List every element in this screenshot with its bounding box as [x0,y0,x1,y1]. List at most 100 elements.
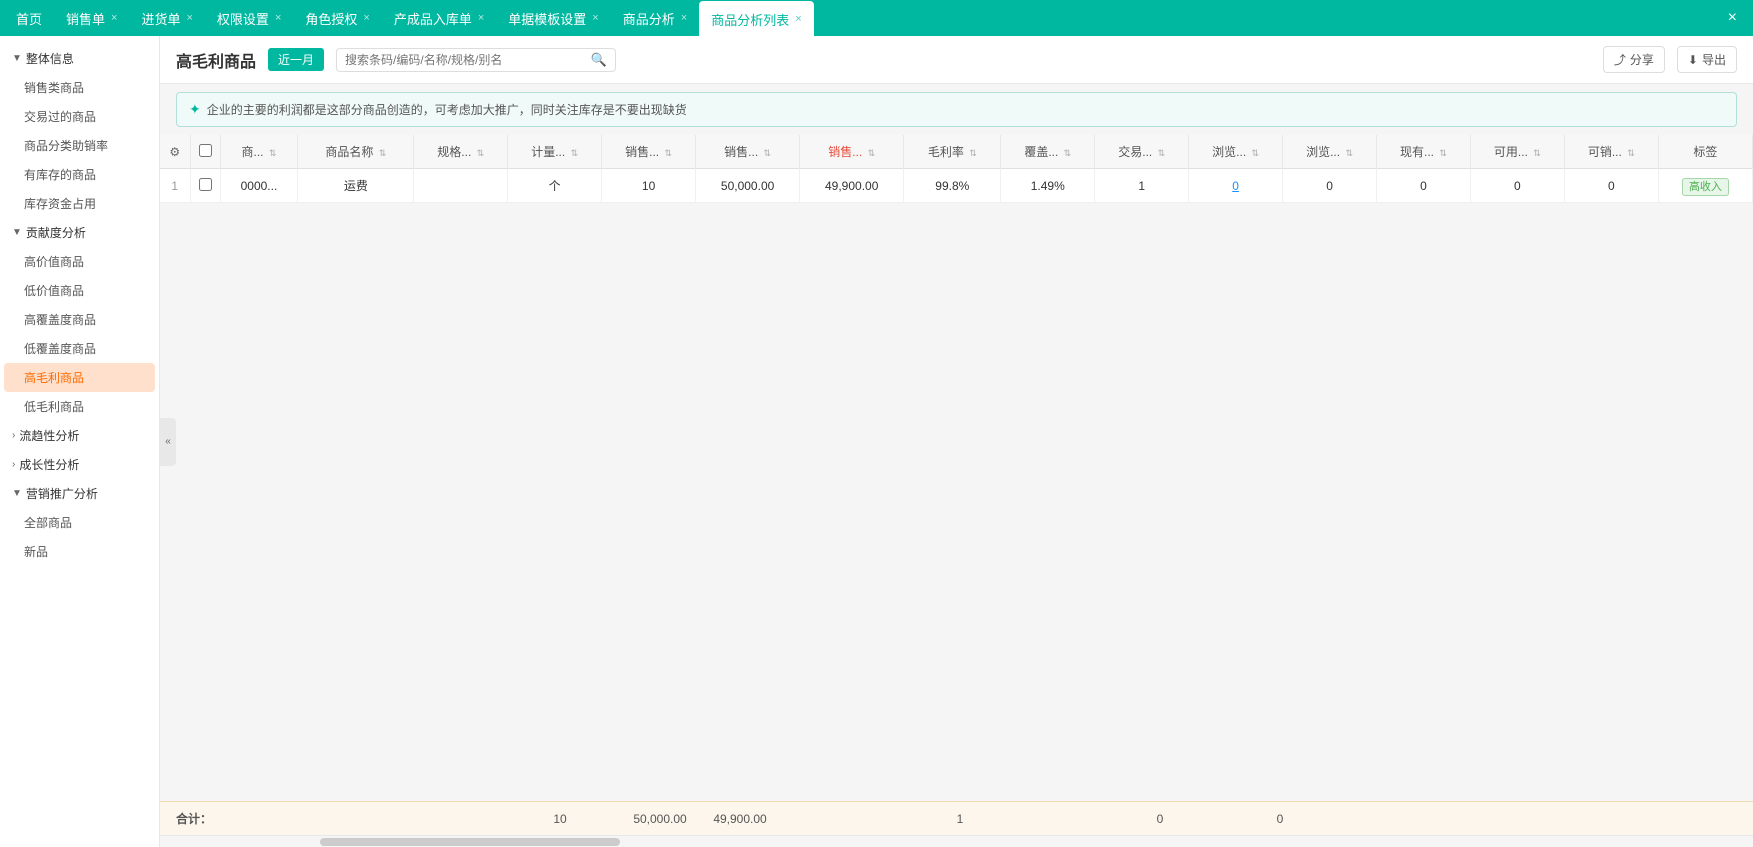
close-template-settings[interactable]: × [592,12,598,24]
sidebar-item-high-value[interactable]: 高价值商品 [0,247,159,276]
row-sellable-stock: 0 [1564,169,1658,203]
sort-sales-qty-icon: ⇅ [665,148,673,158]
sort-name-icon: ⇅ [379,148,387,158]
sidebar-item-in-stock-products[interactable]: 有库存的商品 [0,160,159,189]
nav-template-settings[interactable]: 单据模板设置 × [496,0,610,36]
nav-permission-settings[interactable]: 权限设置 × [205,0,293,36]
data-table-wrapper[interactable]: ⚙ 商... ⇅ 商品名称 ⇅ [160,135,1753,801]
row-checkbox-cell[interactable] [190,169,220,203]
footer-current-stock: 0 [1120,812,1200,826]
sidebar-item-low-value[interactable]: 低价值商品 [0,276,159,305]
close-permission-settings[interactable]: × [275,12,281,24]
sidebar-group-growth[interactable]: › 成长性分析 [0,450,159,479]
col-sales-amount[interactable]: 销售... ⇅ [696,135,800,169]
sidebar-group-contribution[interactable]: ▼ 贡献度分析 [0,218,159,247]
nav-product-analysis-list[interactable]: 商品分析列表 × [699,1,813,37]
sidebar-item-high-margin[interactable]: 高毛利商品 [4,363,155,392]
nav-role-auth[interactable]: 角色授权 × [293,0,381,36]
col-available-stock[interactable]: 可用... ⇅ [1470,135,1564,169]
sort-code-icon: ⇅ [269,148,277,158]
scrollbar-thumb[interactable] [320,838,620,846]
close-purchase-order[interactable]: × [186,12,192,24]
close-role-auth[interactable]: × [363,12,369,24]
col-name[interactable]: 商品名称 ⇅ [298,135,414,169]
search-box: 🔍 [336,48,616,72]
sidebar-item-low-margin[interactable]: 低毛利商品 [0,392,159,421]
close-product-analysis-list[interactable]: × [795,13,801,25]
arrow-trend: › [12,430,15,441]
sidebar-collapse-btn[interactable]: « [160,418,176,466]
share-icon: ⤴ [1614,51,1626,68]
row-gross-margin: 99.8% [904,169,1001,203]
footer-label: 合计： [176,810,212,827]
col-sales-qty[interactable]: 销售... ⇅ [602,135,696,169]
col-spec[interactable]: 规格... ⇅ [414,135,508,169]
arrow-growth: › [12,459,15,470]
col-views2[interactable]: 浏览... ⇅ [1283,135,1377,169]
sidebar-item-sales-products[interactable]: 销售类商品 [0,73,159,102]
col-current-stock[interactable]: 现有... ⇅ [1377,135,1471,169]
sort-sales-profit-icon: ⇅ [868,148,876,158]
nav-product-analysis[interactable]: 商品分析 × [611,0,699,36]
sidebar-item-stock-funds[interactable]: 库存资金占用 [0,189,159,218]
footer-available-stock: 0 [1240,812,1320,826]
col-sellable-stock[interactable]: 可销... ⇅ [1564,135,1658,169]
sidebar-item-traded-products[interactable]: 交易过的商品 [0,102,159,131]
nav-product-warehouse[interactable]: 产成品入库单 × [382,0,496,36]
sidebar-item-low-coverage[interactable]: 低覆盖度商品 [0,334,159,363]
sidebar-item-category-sales-rate[interactable]: 商品分类助销率 [0,131,159,160]
row-name: 运费 [298,169,414,203]
row-index: 1 [160,169,190,203]
sidebar: ▼ 整体信息 销售类商品 交易过的商品 商品分类助销率 有库存的商品 库存资金占… [0,36,160,847]
col-unit[interactable]: 计量... ⇅ [508,135,602,169]
close-product-analysis[interactable]: × [681,12,687,24]
sidebar-group-overall[interactable]: ▼ 整体信息 [0,44,159,73]
table-row: 1 0000... 运费 个 10 50,000.00 49,900.00 99… [160,169,1753,203]
col-coverage[interactable]: 覆盖... ⇅ [1001,135,1095,169]
col-sales-profit[interactable]: 销售... ⇅ [800,135,904,169]
info-icon: ✦ [189,101,201,118]
col-transactions[interactable]: 交易... ⇅ [1095,135,1189,169]
share-button[interactable]: ⤴ 分享 [1603,46,1665,73]
close-sales-order[interactable]: × [111,12,117,24]
nav-home[interactable]: 首页 [4,0,54,36]
top-nav-bar: 首页 销售单 × 进货单 × 权限设置 × 角色授权 × 产成品入库单 × 单据… [0,0,1753,36]
nav-purchase-order[interactable]: 进货单 × [129,0,204,36]
search-icon[interactable]: 🔍 [591,52,607,68]
content-area: « 高毛利商品 近一月 🔍 ⤴ 分享 ⬇ 导出 ✦ 企业的主要的利润都是这部分商… [160,36,1753,847]
sidebar-item-new-products[interactable]: 新品 [0,537,159,566]
sidebar-group-marketing[interactable]: ▼ 营销推广分析 [0,479,159,508]
horizontal-scrollbar[interactable] [160,835,1753,847]
sort-gross-margin-icon: ⇅ [969,148,977,158]
row-available-stock: 0 [1470,169,1564,203]
footer-transactions: 1 [920,812,1000,826]
col-code[interactable]: 商... ⇅ [220,135,298,169]
arrow-overall: ▼ [12,53,22,64]
col-views1[interactable]: 浏览... ⇅ [1189,135,1283,169]
col-checkbox[interactable] [190,135,220,169]
col-settings[interactable]: ⚙ [160,135,190,169]
nav-sales-order[interactable]: 销售单 × [54,0,129,36]
row-views1[interactable]: 0 [1189,169,1283,203]
select-all-checkbox[interactable] [199,144,212,157]
footer-bar: 合计： 10 50,000.00 49,900.00 1 0 0 [160,801,1753,835]
sidebar-item-all-products[interactable]: 全部商品 [0,508,159,537]
sidebar-item-high-coverage[interactable]: 高覆盖度商品 [0,305,159,334]
close-product-warehouse[interactable]: × [478,12,484,24]
search-input[interactable] [345,53,585,67]
table-header-row: ⚙ 商... ⇅ 商品名称 ⇅ [160,135,1753,169]
sidebar-group-trend[interactable]: › 流趋性分析 [0,421,159,450]
period-button[interactable]: 近一月 [268,48,324,71]
sort-coverage-icon: ⇅ [1064,148,1072,158]
close-all-tabs[interactable]: × [1716,9,1749,27]
sort-views1-icon: ⇅ [1252,148,1260,158]
row-spec [414,169,508,203]
gear-icon[interactable]: ⚙ [169,145,180,159]
row-sales-amount: 50,000.00 [696,169,800,203]
row-checkbox[interactable] [199,178,212,191]
export-button[interactable]: ⬇ 导出 [1677,46,1737,73]
tag-label: 高收入 [1682,178,1729,196]
col-gross-margin[interactable]: 毛利率 ⇅ [904,135,1001,169]
data-table: ⚙ 商... ⇅ 商品名称 ⇅ [160,135,1753,203]
sort-sales-amount-icon: ⇅ [764,148,772,158]
